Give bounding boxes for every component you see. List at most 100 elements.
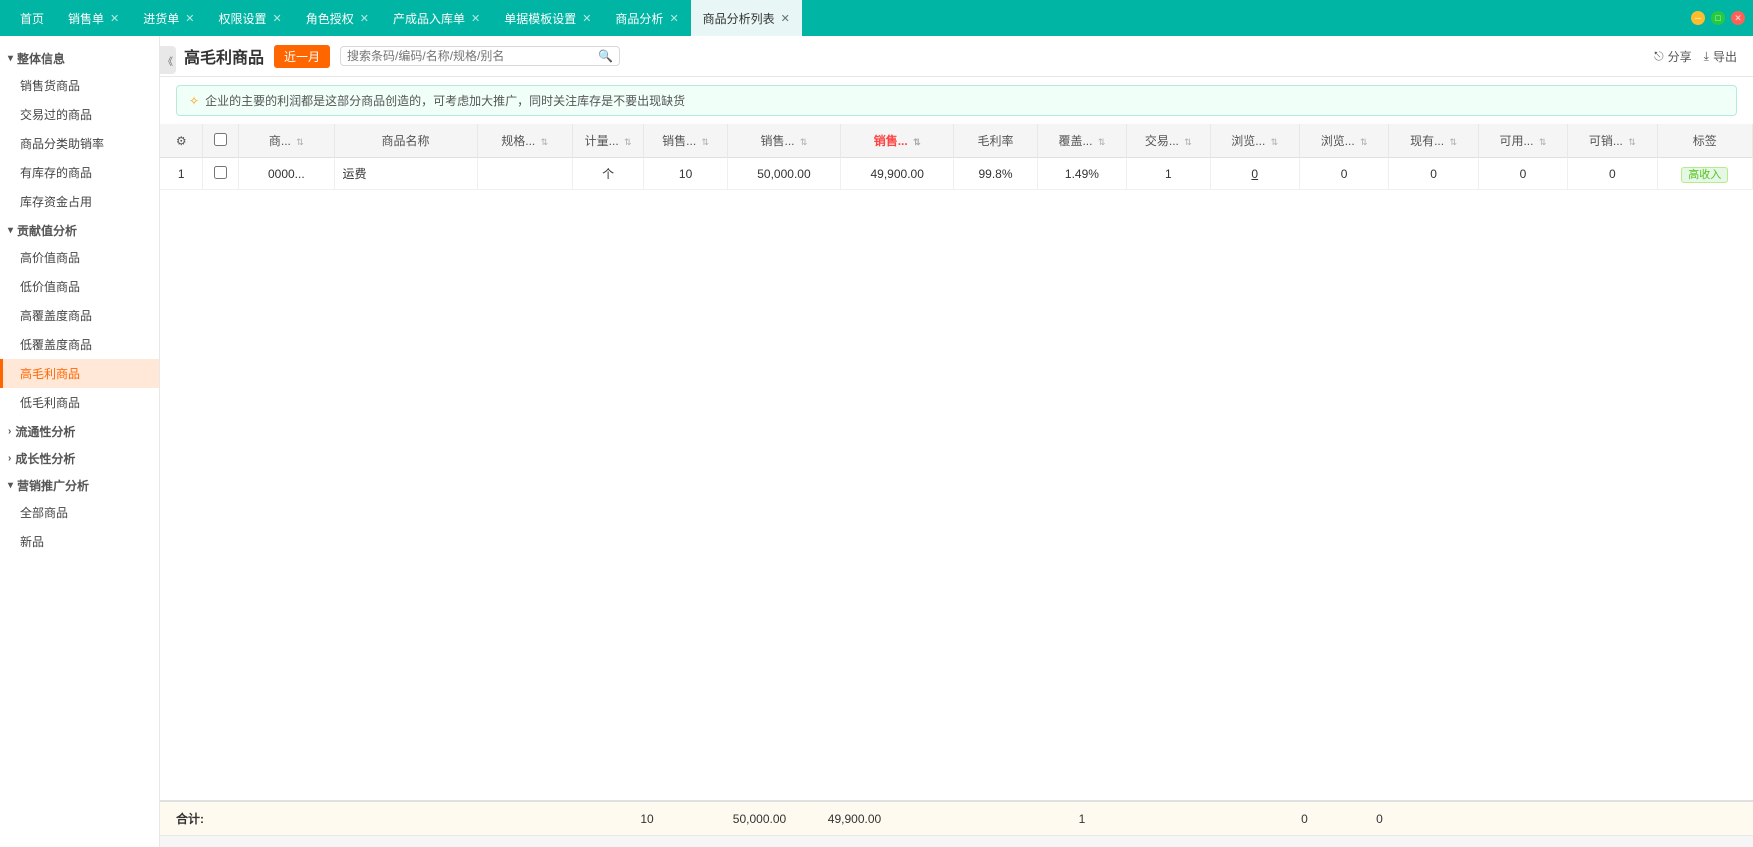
select-all-checkbox[interactable] <box>214 133 227 146</box>
total-trade: 1 <box>1047 812 1117 826</box>
col-header-sales-cost[interactable]: 销售... ⇅ <box>841 124 954 158</box>
sidebar-item-all-goods[interactable]: 全部商品 <box>0 498 159 527</box>
sidebar-section-overall[interactable]: ▾ 整体信息 <box>0 44 159 71</box>
sort-browse2-icon[interactable]: ⇅ <box>1360 137 1368 148</box>
sort-unit-icon[interactable]: ⇅ <box>624 137 632 148</box>
close-window-button[interactable]: ✕ <box>1731 11 1745 25</box>
row-name[interactable]: 运费 <box>334 158 477 190</box>
nav-permissions[interactable]: 权限设置 ✕ <box>206 0 293 36</box>
sort-sales-amt-icon[interactable]: ⇅ <box>800 137 808 148</box>
row-sales-qty: 10 <box>644 158 727 190</box>
col-header-spec[interactable]: 规格... ⇅ <box>477 124 572 158</box>
table-row: 1 0000... 运费 个 10 50,000.00 49,900.00 99… <box>160 158 1753 190</box>
sidebar-item-high-margin[interactable]: 高毛利商品 <box>0 359 159 388</box>
sidebar-section-growth[interactable]: › 成长性分析 <box>0 444 159 471</box>
sidebar-item-high-value[interactable]: 高价值商品 <box>0 243 159 272</box>
export-button[interactable]: ⤓ 导出 <box>1704 48 1737 65</box>
date-filter-button[interactable]: 近一月 <box>274 45 330 68</box>
total-spacer-gross <box>902 812 972 826</box>
nav-product-analysis[interactable]: 商品分析 ✕ <box>603 0 690 36</box>
search-icon[interactable]: 🔍 <box>598 49 613 63</box>
sidebar-item-sales-goods[interactable]: 销售货商品 <box>0 71 159 100</box>
col-header-name[interactable]: 商品名称 <box>334 124 477 158</box>
sidebar-item-low-value[interactable]: 低价值商品 <box>0 272 159 301</box>
close-permissions-icon[interactable]: ✕ <box>273 12 282 25</box>
total-cells: 10 50,000.00 49,900.00 1 0 0 <box>236 812 1737 826</box>
sidebar-section-marketing[interactable]: ▾ 营销推广分析 <box>0 471 159 498</box>
search-input[interactable] <box>347 49 598 63</box>
export-icon: ⤓ <box>1704 49 1709 64</box>
col-header-settings[interactable]: ⚙ <box>160 124 203 158</box>
row-code[interactable]: 0000... <box>239 158 334 190</box>
col-header-unit[interactable]: 计量... ⇅ <box>572 124 644 158</box>
sidebar-item-category-rate[interactable]: 商品分类助销率 <box>0 129 159 158</box>
maximize-button[interactable]: □ <box>1711 11 1725 25</box>
sort-spec-icon[interactable]: ⇅ <box>541 137 549 148</box>
close-purchase-order-icon[interactable]: ✕ <box>185 12 194 25</box>
col-header-code[interactable]: 商... ⇅ <box>239 124 334 158</box>
search-box[interactable]: 🔍 <box>340 46 620 66</box>
row-spec <box>477 158 572 190</box>
row-current: 0 <box>1389 158 1478 190</box>
sort-current-icon[interactable]: ⇅ <box>1449 137 1457 148</box>
sort-sales-cost-icon[interactable]: ⇅ <box>913 137 921 148</box>
info-icon: ✧ <box>189 94 199 108</box>
sidebar-item-low-coverage[interactable]: 低覆盖度商品 <box>0 330 159 359</box>
col-header-coverage[interactable]: 覆盖... ⇅ <box>1037 124 1126 158</box>
row-check[interactable] <box>203 158 239 190</box>
table-container: ⚙ 商... ⇅ 商品名称 规格... ⇅ <box>160 124 1753 800</box>
col-header-available[interactable]: 可用... ⇅ <box>1478 124 1567 158</box>
col-header-browse2[interactable]: 浏览... ⇅ <box>1299 124 1388 158</box>
col-header-trade[interactable]: 交易... ⇅ <box>1127 124 1210 158</box>
sidebar-item-high-coverage[interactable]: 高覆盖度商品 <box>0 301 159 330</box>
col-header-tag[interactable]: 标签 <box>1657 124 1752 158</box>
nav-sales-order[interactable]: 销售单 ✕ <box>56 0 131 36</box>
nav-finished-goods[interactable]: 产成品入库单 ✕ <box>381 0 492 36</box>
close-role-auth-icon[interactable]: ✕ <box>360 12 369 25</box>
total-sales-amt: 50,000.00 <box>712 812 807 826</box>
col-header-sales-qty[interactable]: 销售... ⇅ <box>644 124 727 158</box>
col-header-current[interactable]: 现有... ⇅ <box>1389 124 1478 158</box>
sidebar-item-inventory-fund[interactable]: 库存资金占用 <box>0 187 159 216</box>
sort-browse1-icon[interactable]: ⇅ <box>1271 137 1279 148</box>
nav-product-analysis-list[interactable]: 商品分析列表 ✕ <box>691 0 802 36</box>
close-sales-order-icon[interactable]: ✕ <box>110 12 119 25</box>
sort-coverage-icon[interactable]: ⇅ <box>1098 137 1106 148</box>
col-header-sellable[interactable]: 可销... ⇅ <box>1568 124 1657 158</box>
close-finished-goods-icon[interactable]: ✕ <box>471 12 480 25</box>
col-header-browse1[interactable]: 浏览... ⇅ <box>1210 124 1299 158</box>
sidebar-item-low-margin[interactable]: 低毛利商品 <box>0 388 159 417</box>
sidebar-section-contribution[interactable]: ▾ 贡献值分析 <box>0 216 159 243</box>
nav-role-auth[interactable]: 角色授权 ✕ <box>294 0 381 36</box>
row-trade: 1 <box>1127 158 1210 190</box>
share-button[interactable]: ⎋ 分享 <box>1654 48 1692 65</box>
bottom-scrollbar[interactable] <box>160 835 1753 847</box>
sort-available-icon[interactable]: ⇅ <box>1539 137 1547 148</box>
nav-purchase-order[interactable]: 进货单 ✕ <box>131 0 206 36</box>
nav-home[interactable]: 首页 <box>8 0 56 36</box>
close-template-settings-icon[interactable]: ✕ <box>582 12 591 25</box>
sort-sellable-icon[interactable]: ⇅ <box>1628 137 1636 148</box>
row-checkbox[interactable] <box>214 166 227 179</box>
sidebar-section-liquidity[interactable]: › 流通性分析 <box>0 417 159 444</box>
sidebar-item-new-goods[interactable]: 新品 <box>0 527 159 556</box>
close-product-analysis-list-icon[interactable]: ✕ <box>781 12 790 25</box>
tag-badge: 高收入 <box>1681 167 1728 183</box>
col-header-check[interactable] <box>203 124 239 158</box>
total-spacer-name <box>382 812 502 826</box>
close-product-analysis-icon[interactable]: ✕ <box>669 12 678 25</box>
sidebar-item-in-stock[interactable]: 有库存的商品 <box>0 158 159 187</box>
row-num: 1 <box>160 158 203 190</box>
sidebar-item-traded-goods[interactable]: 交易过的商品 <box>0 100 159 129</box>
row-sellable: 0 <box>1568 158 1657 190</box>
nav-template-settings[interactable]: 单据模板设置 ✕ <box>492 0 603 36</box>
sort-sales-qty-icon[interactable]: ⇅ <box>702 137 710 148</box>
col-header-gross-rate[interactable]: 毛利率 <box>954 124 1037 158</box>
sort-code-icon[interactable]: ⇅ <box>296 137 304 148</box>
row-browse1[interactable]: 0 <box>1210 158 1299 190</box>
sort-trade-icon[interactable]: ⇅ <box>1184 137 1192 148</box>
col-header-sales-amt[interactable]: 销售... ⇅ <box>727 124 840 158</box>
sidebar-toggle-button[interactable]: 《 <box>160 46 176 74</box>
footer-total: 合计: 10 50,000.00 49,900.00 1 <box>160 800 1753 835</box>
minimize-button[interactable]: ─ <box>1691 11 1705 25</box>
